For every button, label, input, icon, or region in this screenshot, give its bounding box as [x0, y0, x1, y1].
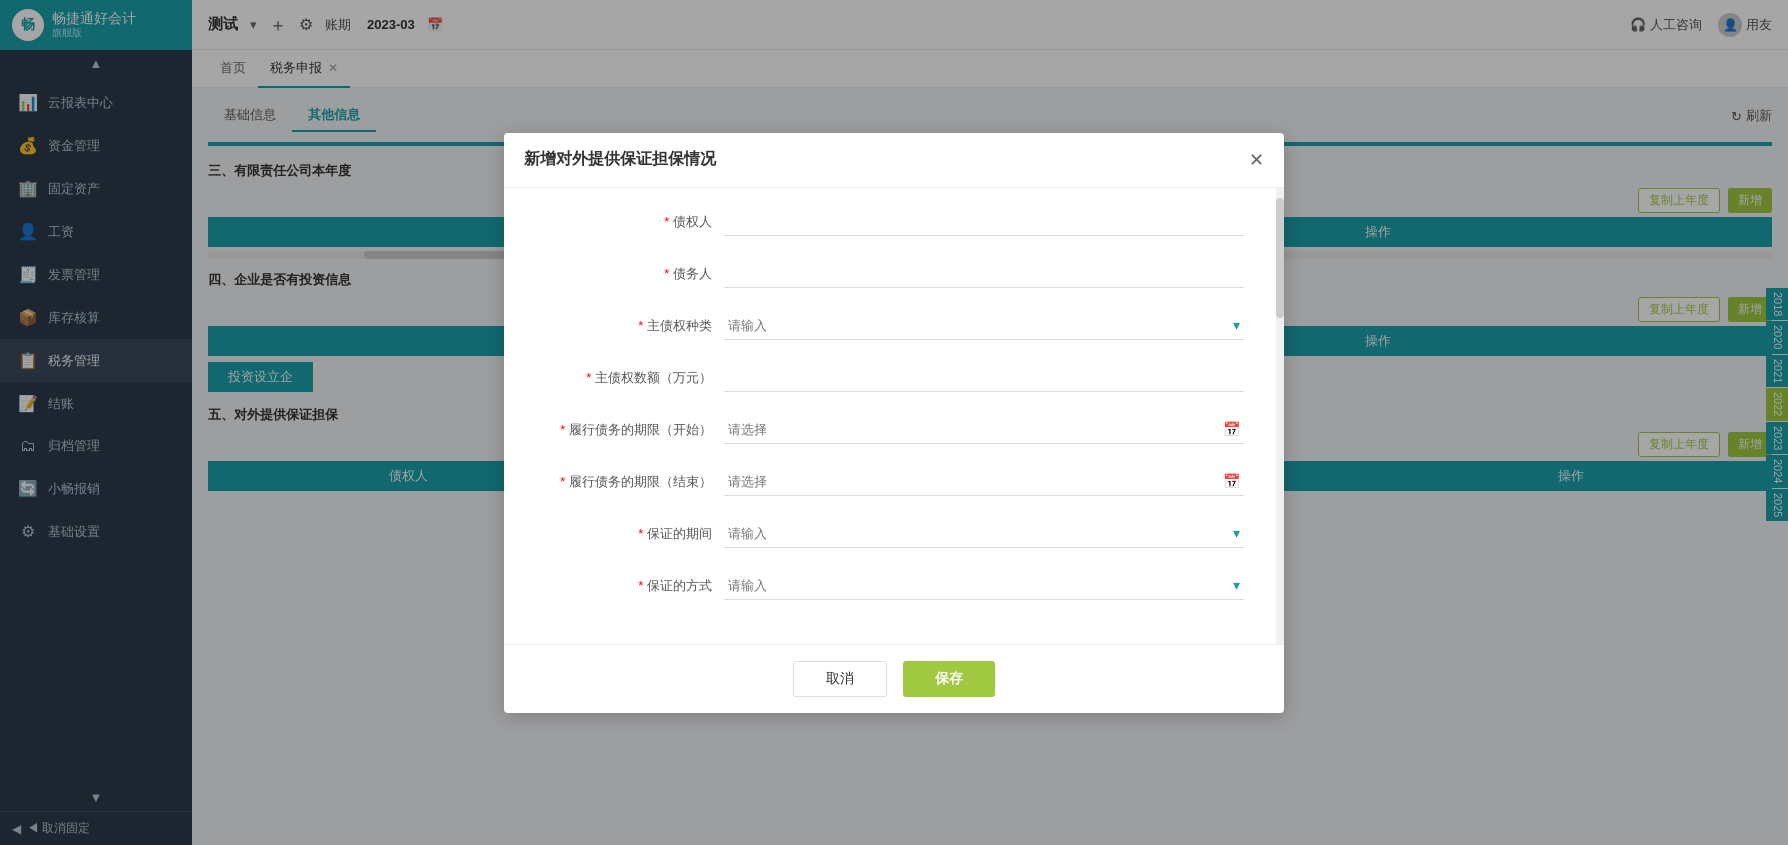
form-row-period-start: * 履行债务的期限（开始） 📅 [544, 416, 1244, 444]
label-guarantee-method: * 保证的方式 [544, 577, 724, 595]
chevron-down-icon-claim-type[interactable]: ▾ [1229, 317, 1244, 333]
form-row-guarantee-method: * 保证的方式 ▾ [544, 572, 1244, 600]
dialog-scrollbar-thumb [1276, 198, 1284, 318]
form-row-debtor: * 债务人 [544, 260, 1244, 288]
chevron-down-icon-guarantee-period[interactable]: ▾ [1229, 525, 1244, 541]
dialog-scrollbar[interactable] [1276, 188, 1284, 644]
input-creditor[interactable] [724, 208, 1244, 236]
form-row-claim-type: * 主债权种类 ▾ [544, 312, 1244, 340]
input-guarantee-period[interactable] [724, 520, 1229, 547]
label-claim-type: * 主债权种类 [544, 317, 724, 335]
dialog-footer: 取消 保存 [504, 644, 1284, 713]
chevron-down-icon-guarantee-method[interactable]: ▾ [1229, 577, 1244, 593]
form-row-period-end: * 履行债务的期限（结束） 📅 [544, 468, 1244, 496]
dialog: 新增对外提供保证担保情况 ✕ * 债权人 * 债务人 [504, 133, 1284, 713]
label-claim-amount: * 主债权数额（万元） [544, 369, 724, 387]
form-row-claim-amount: * 主债权数额（万元） [544, 364, 1244, 392]
form-row-guarantee-period: * 保证的期间 ▾ [544, 520, 1244, 548]
save-button[interactable]: 保存 [903, 661, 995, 697]
input-period-end[interactable] [724, 468, 1219, 495]
form-row-creditor: * 债权人 [544, 208, 1244, 236]
label-debtor: * 债务人 [544, 265, 724, 283]
select-wrap-guarantee-period: ▾ [724, 520, 1244, 548]
input-claim-amount[interactable] [724, 364, 1244, 392]
dialog-title: 新增对外提供保证担保情况 [524, 149, 716, 170]
dialog-close-button[interactable]: ✕ [1249, 149, 1264, 171]
app-container: 畅 畅捷通好会计 旗舰版 ▲ 📊 云报表中心 💰 资金管理 🏢 固定资产 👤 [0, 0, 1788, 845]
select-wrap-claim-type: ▾ [724, 312, 1244, 340]
date-wrap-period-end: 📅 [724, 468, 1244, 496]
input-period-start[interactable] [724, 416, 1219, 443]
label-creditor: * 债权人 [544, 213, 724, 231]
modal-overlay: 新增对外提供保证担保情况 ✕ * 债权人 * 债务人 [0, 0, 1788, 845]
dialog-body: * 债权人 * 债务人 * 主债权种 [504, 188, 1284, 644]
dialog-header: 新增对外提供保证担保情况 ✕ [504, 133, 1284, 188]
label-period-start: * 履行债务的期限（开始） [544, 421, 724, 439]
calendar-icon-start[interactable]: 📅 [1219, 421, 1244, 437]
label-period-end: * 履行债务的期限（结束） [544, 473, 724, 491]
cancel-button[interactable]: 取消 [793, 661, 887, 697]
calendar-icon-end[interactable]: 📅 [1219, 473, 1244, 489]
input-debtor[interactable] [724, 260, 1244, 288]
select-wrap-guarantee-method: ▾ [724, 572, 1244, 600]
date-wrap-period-start: 📅 [724, 416, 1244, 444]
label-guarantee-period: * 保证的期间 [544, 525, 724, 543]
input-claim-type[interactable] [724, 312, 1229, 339]
input-guarantee-method[interactable] [724, 572, 1229, 599]
